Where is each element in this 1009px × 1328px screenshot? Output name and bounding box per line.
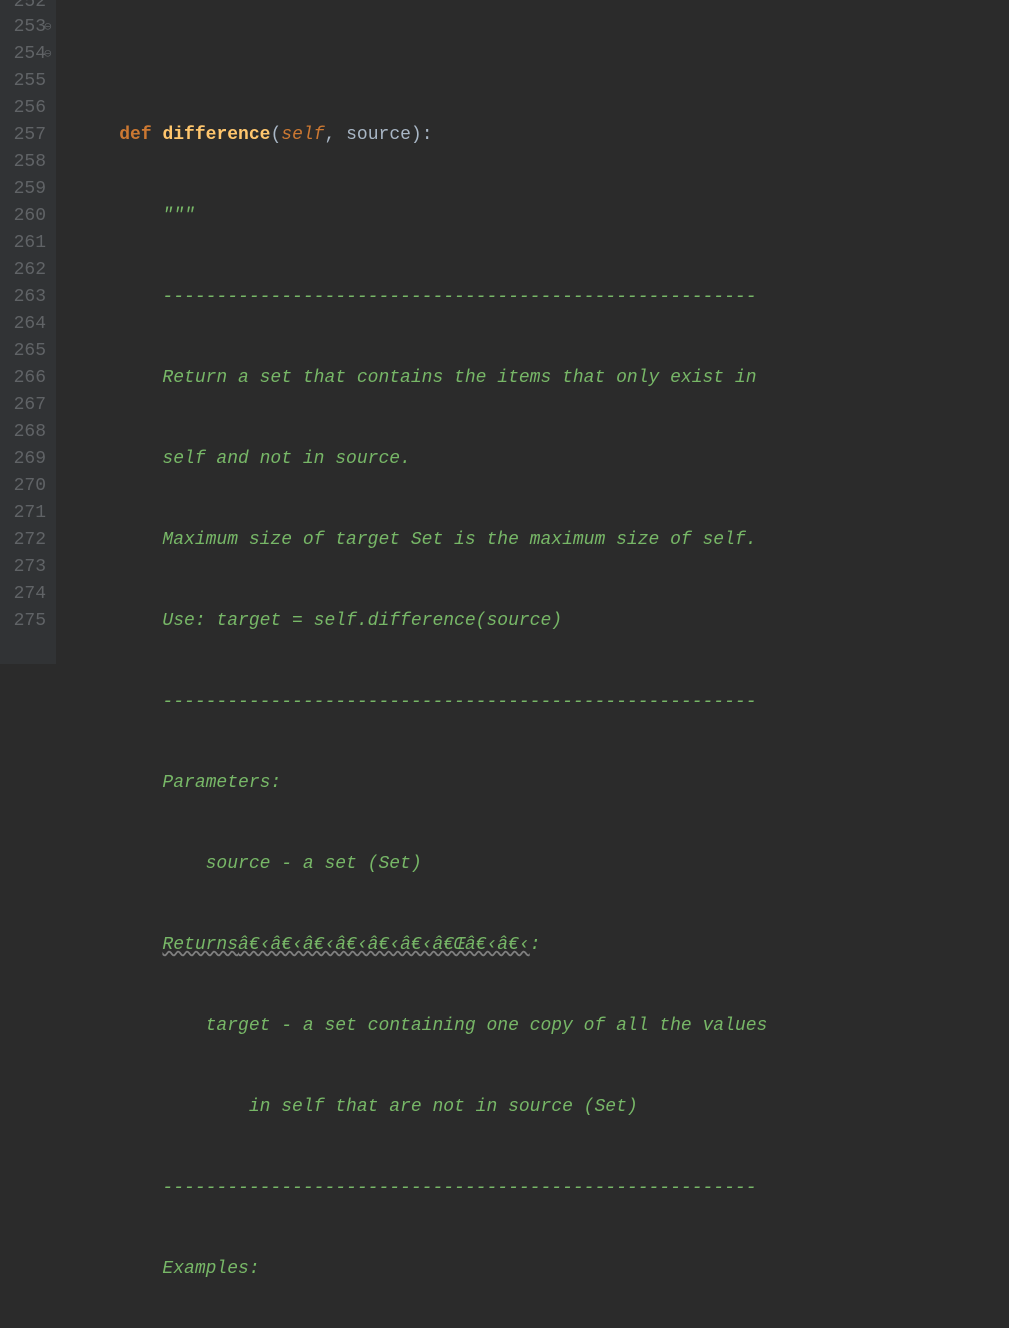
code-content[interactable]: def difference(self, source): """ ------…	[56, 0, 1009, 664]
line-number: 273	[8, 554, 46, 581]
docstring-line: """	[76, 203, 1009, 230]
docstring-line: self and not in source.	[76, 446, 1009, 473]
line-number: 270	[8, 473, 46, 500]
line-number: 254⊖	[8, 41, 46, 68]
line-number: 272	[8, 527, 46, 554]
fold-icon[interactable]: ⊖	[44, 14, 52, 41]
line-number: 256	[8, 95, 46, 122]
line-number: 257	[8, 122, 46, 149]
fold-icon[interactable]: ⊖	[44, 41, 52, 68]
line-number: 275	[8, 608, 46, 635]
line-number: 271	[8, 500, 46, 527]
line-number: 265	[8, 338, 46, 365]
line-number: 262	[8, 257, 46, 284]
code-line: def difference(self, source):	[76, 122, 1009, 149]
line-number: 263	[8, 284, 46, 311]
docstring-line: source - a set (Set)	[76, 851, 1009, 878]
line-number: 264	[8, 311, 46, 338]
line-number: 274	[8, 581, 46, 608]
line-number: 255	[8, 68, 46, 95]
line-number: 259	[8, 176, 46, 203]
docstring-line: Use: target = self.difference(source)	[76, 608, 1009, 635]
line-number: 260	[8, 203, 46, 230]
function-name: difference	[162, 125, 270, 145]
line-number: 269	[8, 446, 46, 473]
line-number: 266	[8, 365, 46, 392]
line-number: 268	[8, 419, 46, 446]
docstring-line: ----------------------------------------…	[76, 689, 1009, 716]
docstring-line: Parameters:	[76, 770, 1009, 797]
docstring-line: Return a set that contains the items tha…	[76, 365, 1009, 392]
line-number: 252	[8, 0, 46, 14]
code-editor: 252 253⊖ 254⊖ 255 256 257 258 259 260 26…	[0, 0, 1009, 664]
line-number: 253⊖	[8, 14, 46, 41]
docstring-line: in self that are not in source (Set)	[76, 1094, 1009, 1121]
code-line	[76, 54, 1009, 68]
line-number: 267	[8, 392, 46, 419]
line-number: 261	[8, 230, 46, 257]
docstring-line: ----------------------------------------…	[76, 1175, 1009, 1202]
keyword-def: def	[119, 125, 162, 145]
docstring-line: Returnsâ€‹â€‹â€‹â€‹â€‹â€‹â€Œâ€‹â€‹:	[76, 932, 1009, 959]
keyword-self: self	[281, 125, 324, 145]
line-number-gutter: 252 253⊖ 254⊖ 255 256 257 258 259 260 26…	[0, 0, 56, 664]
docstring-line: ----------------------------------------…	[76, 284, 1009, 311]
docstring-line: target - a set containing one copy of al…	[76, 1013, 1009, 1040]
line-number: 258	[8, 149, 46, 176]
docstring-line: Maximum size of target Set is the maximu…	[76, 527, 1009, 554]
docstring-line: Examples:	[76, 1256, 1009, 1283]
